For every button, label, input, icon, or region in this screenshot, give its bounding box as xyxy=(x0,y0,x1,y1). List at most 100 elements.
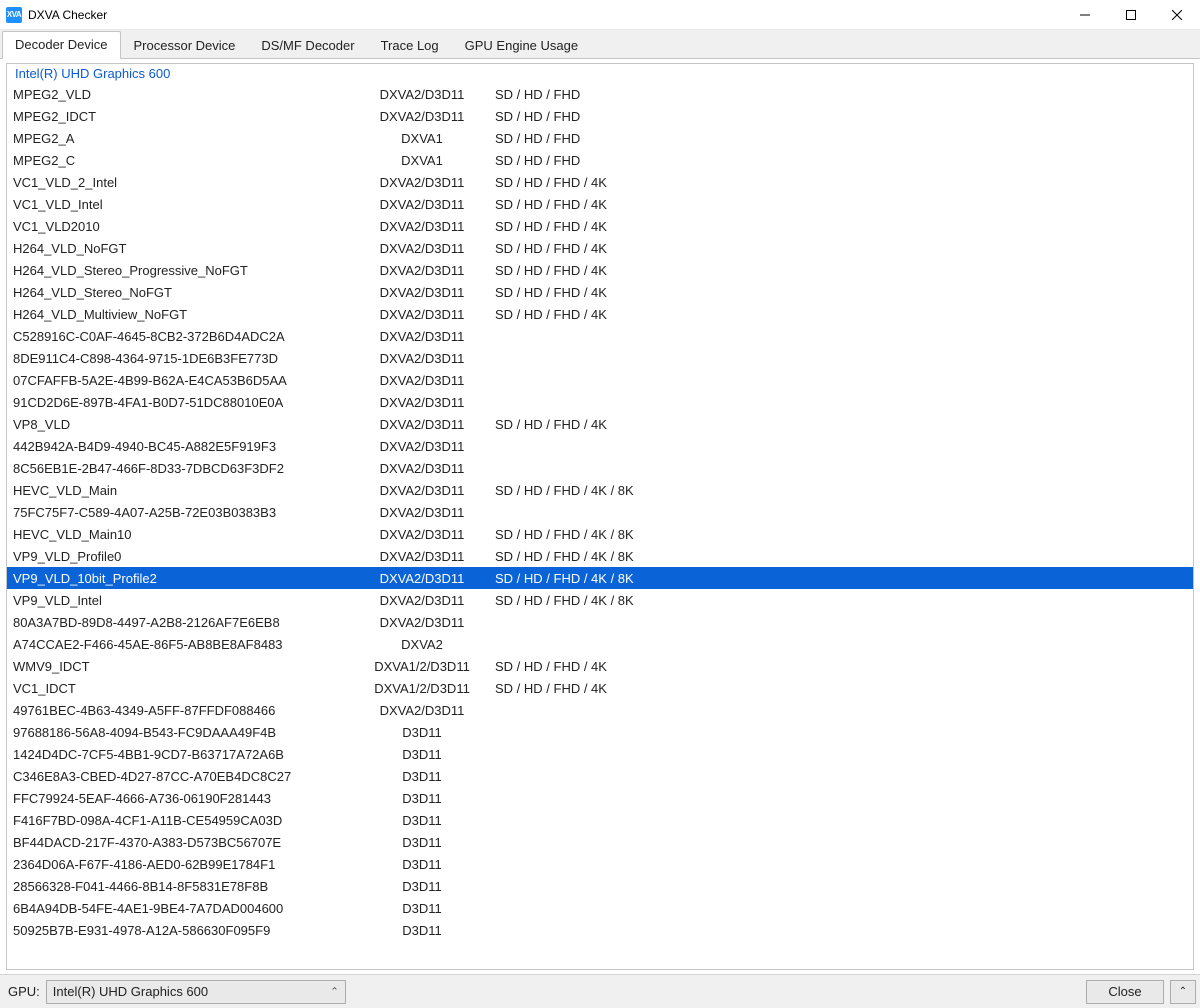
decoder-row[interactable]: VC1_VLD_IntelDXVA2/D3D11SD / HD / FHD / … xyxy=(7,193,1193,215)
decoder-name: VC1_IDCT xyxy=(13,681,357,696)
decoder-row[interactable]: 8C56EB1E-2B47-466F-8D33-7DBCD63F3DF2DXVA… xyxy=(7,457,1193,479)
decoder-name: HEVC_VLD_Main10 xyxy=(13,527,357,542)
decoder-name: 6B4A94DB-54FE-4AE1-9BE4-7A7DAD004600 xyxy=(13,901,357,916)
close-button-label: Close xyxy=(1108,984,1141,999)
decoder-row[interactable]: 75FC75F7-C589-4A07-A25B-72E03B0383B3DXVA… xyxy=(7,501,1193,523)
expand-button[interactable]: ⌃ xyxy=(1170,980,1196,1004)
decoder-row[interactable]: VP9_VLD_IntelDXVA2/D3D11SD / HD / FHD / … xyxy=(7,589,1193,611)
decoder-api: DXVA2 xyxy=(357,637,487,652)
maximize-button[interactable] xyxy=(1108,0,1154,30)
tab-processor-device[interactable]: Processor Device xyxy=(121,32,249,59)
gpu-select-value: Intel(R) UHD Graphics 600 xyxy=(53,984,208,999)
decoder-row[interactable]: H264_VLD_Multiview_NoFGTDXVA2/D3D11SD / … xyxy=(7,303,1193,325)
decoder-resolutions: SD / HD / FHD xyxy=(487,109,1193,124)
decoder-row[interactable]: 91CD2D6E-897B-4FA1-B0D7-51DC88010E0ADXVA… xyxy=(7,391,1193,413)
decoder-row[interactable]: MPEG2_IDCTDXVA2/D3D11SD / HD / FHD xyxy=(7,105,1193,127)
decoder-row[interactable]: A74CCAE2-F466-45AE-86F5-AB8BE8AF8483DXVA… xyxy=(7,633,1193,655)
decoder-resolutions: SD / HD / FHD xyxy=(487,153,1193,168)
close-button[interactable]: Close xyxy=(1086,980,1164,1004)
decoder-api: DXVA2/D3D11 xyxy=(357,549,487,564)
decoder-resolutions: SD / HD / FHD / 4K xyxy=(487,659,1193,674)
close-window-button[interactable] xyxy=(1154,0,1200,30)
decoder-row[interactable]: 1424D4DC-7CF5-4BB1-9CD7-B63717A72A6BD3D1… xyxy=(7,743,1193,765)
decoder-resolutions: SD / HD / FHD / 4K xyxy=(487,285,1193,300)
decoder-api: DXVA2/D3D11 xyxy=(357,241,487,256)
decoder-row[interactable]: 2364D06A-F67F-4186-AED0-62B99E1784F1D3D1… xyxy=(7,853,1193,875)
decoder-row[interactable]: 97688186-56A8-4094-B543-FC9DAAA49F4BD3D1… xyxy=(7,721,1193,743)
decoder-name: BF44DACD-217F-4370-A383-D573BC56707E xyxy=(13,835,357,850)
decoder-row[interactable]: VC1_VLD_2_IntelDXVA2/D3D11SD / HD / FHD … xyxy=(7,171,1193,193)
decoder-resolutions: SD / HD / FHD / 4K xyxy=(487,175,1193,190)
tab-decoder-device[interactable]: Decoder Device xyxy=(2,31,121,59)
decoder-resolutions: SD / HD / FHD / 4K xyxy=(487,197,1193,212)
decoder-row[interactable]: VP8_VLDDXVA2/D3D11SD / HD / FHD / 4K xyxy=(7,413,1193,435)
app-icon: XVA xyxy=(6,7,22,23)
tab-trace-log[interactable]: Trace Log xyxy=(368,32,452,59)
device-group-header: Intel(R) UHD Graphics 600 xyxy=(7,64,1193,83)
close-icon xyxy=(1172,10,1182,20)
decoder-row[interactable]: BF44DACD-217F-4370-A383-D573BC56707ED3D1… xyxy=(7,831,1193,853)
decoder-row[interactable]: 6B4A94DB-54FE-4AE1-9BE4-7A7DAD004600D3D1… xyxy=(7,897,1193,919)
decoder-name: 8DE911C4-C898-4364-9715-1DE6B3FE773D xyxy=(13,351,357,366)
decoder-api: D3D11 xyxy=(357,725,487,740)
decoder-row[interactable]: 442B942A-B4D9-4940-BC45-A882E5F919F3DXVA… xyxy=(7,435,1193,457)
decoder-row[interactable]: 49761BEC-4B63-4349-A5FF-87FFDF088466DXVA… xyxy=(7,699,1193,721)
decoder-name: 1424D4DC-7CF5-4BB1-9CD7-B63717A72A6B xyxy=(13,747,357,762)
decoder-resolutions: SD / HD / FHD / 4K xyxy=(487,219,1193,234)
decoder-resolutions: SD / HD / FHD / 4K xyxy=(487,307,1193,322)
decoder-list-panel: Intel(R) UHD Graphics 600 MPEG2_VLDDXVA2… xyxy=(6,63,1194,970)
decoder-row[interactable]: MPEG2_ADXVA1SD / HD / FHD xyxy=(7,127,1193,149)
decoder-name: FFC79924-5EAF-4666-A736-06190F281443 xyxy=(13,791,357,806)
decoder-resolutions: SD / HD / FHD xyxy=(487,131,1193,146)
decoder-row[interactable]: 8DE911C4-C898-4364-9715-1DE6B3FE773DDXVA… xyxy=(7,347,1193,369)
decoder-row[interactable]: 28566328-F041-4466-8B14-8F5831E78F8BD3D1… xyxy=(7,875,1193,897)
decoder-row[interactable]: H264_VLD_NoFGTDXVA2/D3D11SD / HD / FHD /… xyxy=(7,237,1193,259)
decoder-api: DXVA2/D3D11 xyxy=(357,329,487,344)
minimize-button[interactable] xyxy=(1062,0,1108,30)
decoder-api: DXVA1/2/D3D11 xyxy=(357,659,487,674)
decoder-row[interactable]: WMV9_IDCTDXVA1/2/D3D11SD / HD / FHD / 4K xyxy=(7,655,1193,677)
decoder-api: DXVA2/D3D11 xyxy=(357,417,487,432)
decoder-api: DXVA2/D3D11 xyxy=(357,175,487,190)
decoder-row[interactable]: 07CFAFFB-5A2E-4B99-B62A-E4CA53B6D5AADXVA… xyxy=(7,369,1193,391)
decoder-name: 2364D06A-F67F-4186-AED0-62B99E1784F1 xyxy=(13,857,357,872)
decoder-resolutions: SD / HD / FHD / 4K xyxy=(487,417,1193,432)
decoder-row[interactable]: MPEG2_VLDDXVA2/D3D11SD / HD / FHD xyxy=(7,83,1193,105)
title-bar: XVA DXVA Checker xyxy=(0,0,1200,30)
decoder-row[interactable]: VP9_VLD_Profile0DXVA2/D3D11SD / HD / FHD… xyxy=(7,545,1193,567)
decoder-api: D3D11 xyxy=(357,791,487,806)
gpu-select[interactable]: Intel(R) UHD Graphics 600 ⌃ xyxy=(46,980,346,1004)
decoder-name: 49761BEC-4B63-4349-A5FF-87FFDF088466 xyxy=(13,703,357,718)
decoder-row[interactable]: F416F7BD-098A-4CF1-A11B-CE54959CA03DD3D1… xyxy=(7,809,1193,831)
decoder-row[interactable]: MPEG2_CDXVA1SD / HD / FHD xyxy=(7,149,1193,171)
decoder-row[interactable]: VC1_IDCTDXVA1/2/D3D11SD / HD / FHD / 4K xyxy=(7,677,1193,699)
decoder-row[interactable]: FFC79924-5EAF-4666-A736-06190F281443D3D1… xyxy=(7,787,1193,809)
decoder-name: 28566328-F041-4466-8B14-8F5831E78F8B xyxy=(13,879,357,894)
decoder-row[interactable]: HEVC_VLD_MainDXVA2/D3D11SD / HD / FHD / … xyxy=(7,479,1193,501)
decoder-row[interactable]: H264_VLD_Stereo_NoFGTDXVA2/D3D11SD / HD … xyxy=(7,281,1193,303)
tab-bar: Decoder DeviceProcessor DeviceDS/MF Deco… xyxy=(0,30,1200,59)
decoder-name: VC1_VLD2010 xyxy=(13,219,357,234)
decoder-resolutions: SD / HD / FHD / 4K xyxy=(487,681,1193,696)
decoder-row[interactable]: H264_VLD_Stereo_Progressive_NoFGTDXVA2/D… xyxy=(7,259,1193,281)
tab-gpu-engine-usage[interactable]: GPU Engine Usage xyxy=(452,32,591,59)
decoder-api: DXVA2/D3D11 xyxy=(357,505,487,520)
decoder-name: 91CD2D6E-897B-4FA1-B0D7-51DC88010E0A xyxy=(13,395,357,410)
chevron-up-icon: ⌃ xyxy=(330,986,338,997)
decoder-row[interactable]: VP9_VLD_10bit_Profile2DXVA2/D3D11SD / HD… xyxy=(7,567,1193,589)
decoder-api: DXVA2/D3D11 xyxy=(357,219,487,234)
decoder-row[interactable]: C346E8A3-CBED-4D27-87CC-A70EB4DC8C27D3D1… xyxy=(7,765,1193,787)
window-title: DXVA Checker xyxy=(28,8,107,22)
decoder-row[interactable]: VC1_VLD2010DXVA2/D3D11SD / HD / FHD / 4K xyxy=(7,215,1193,237)
decoder-name: C528916C-C0AF-4645-8CB2-372B6D4ADC2A xyxy=(13,329,357,344)
decoder-row[interactable]: C528916C-C0AF-4645-8CB2-372B6D4ADC2ADXVA… xyxy=(7,325,1193,347)
decoder-row[interactable]: HEVC_VLD_Main10DXVA2/D3D11SD / HD / FHD … xyxy=(7,523,1193,545)
decoder-api: DXVA2/D3D11 xyxy=(357,351,487,366)
decoder-name: VP9_VLD_10bit_Profile2 xyxy=(13,571,357,586)
decoder-row[interactable]: 50925B7B-E931-4978-A12A-586630F095F9D3D1… xyxy=(7,919,1193,941)
decoder-api: DXVA2/D3D11 xyxy=(357,395,487,410)
tab-ds-mf-decoder[interactable]: DS/MF Decoder xyxy=(248,32,367,59)
decoder-row[interactable]: 80A3A7BD-89D8-4497-A2B8-2126AF7E6EB8DXVA… xyxy=(7,611,1193,633)
decoder-api: D3D11 xyxy=(357,747,487,762)
decoder-name: MPEG2_C xyxy=(13,153,357,168)
